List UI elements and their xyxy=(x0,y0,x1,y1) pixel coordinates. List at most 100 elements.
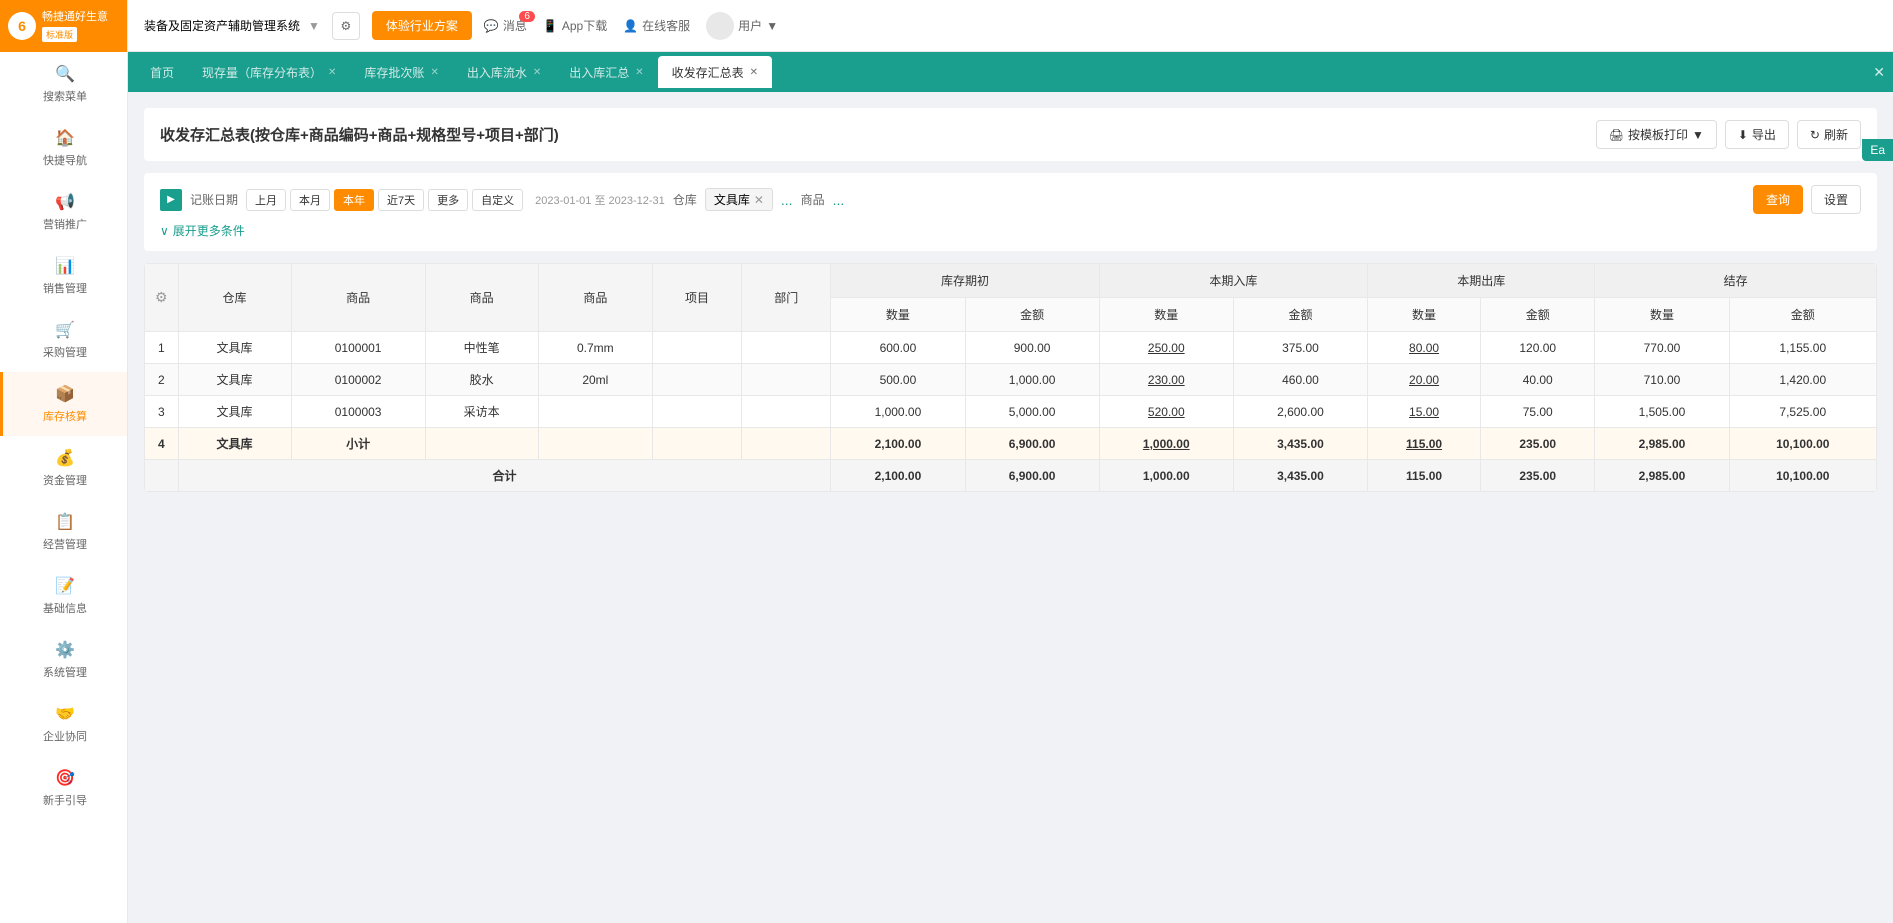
row3-in-qty[interactable]: 520.00 xyxy=(1099,396,1233,428)
inbound-amt-header: 金额 xyxy=(1233,298,1367,332)
sidebar-item-system[interactable]: ⚙️ 系统管理 xyxy=(0,628,127,692)
tab-close-icon[interactable]: ✕ xyxy=(430,67,438,78)
warehouse-more-dots[interactable]: ... xyxy=(781,192,793,208)
logo-badge: 标准版 xyxy=(42,27,77,42)
footer-bal-amt: 10,100.00 xyxy=(1729,460,1876,492)
user-button[interactable]: 用户 ▼ xyxy=(706,12,778,40)
page-header: 收发存汇总表(按仓库+商品编码+商品+规格型号+项目+部门) 🖨 按模板打印 ▼… xyxy=(144,108,1877,161)
date-this-year-btn[interactable]: 本年 xyxy=(334,189,374,211)
sidebar-item-purchase[interactable]: 🛒 采购管理 xyxy=(0,308,127,372)
row1-in-qty[interactable]: 250.00 xyxy=(1099,332,1233,364)
warehouse-tag-close-icon[interactable]: ✕ xyxy=(754,193,764,207)
marketing-icon: 📢 xyxy=(55,192,75,212)
row1-bal-qty: 770.00 xyxy=(1595,332,1729,364)
tab-summary[interactable]: 出入库汇总 ✕ xyxy=(555,56,657,88)
filter-bar: ▶ 记账日期 上月 本月 本年 近7天 更多 自定义 2023-01-01 至 … xyxy=(144,173,1877,251)
settings-filter-button[interactable]: 设置 xyxy=(1811,185,1861,214)
trial-button[interactable]: 体验行业方案 xyxy=(372,11,472,40)
subtotal-row: 4 文具库 小计 2,100.00 6,900.00 1,000.00 3,43… xyxy=(145,428,1877,460)
sidebar-item-label: 采购管理 xyxy=(43,344,87,360)
message-badge: 6 xyxy=(519,11,535,22)
sidebar-nav: 🔍 搜索菜单 🏠 快捷导航 📢 营销推广 📊 销售管理 🛒 采购管理 📦 库存核… xyxy=(0,52,127,923)
subtotal-warehouse: 文具库 xyxy=(178,428,291,460)
sidebar-item-label: 搜索菜单 xyxy=(43,88,87,104)
data-table: ⚙ 仓库 商品 商品 商品 项目 部门 库存期初 本期入库 本期出库 结存 xyxy=(144,263,1877,492)
tab-receive-send[interactable]: 收发存汇总表 ✕ xyxy=(658,56,772,88)
service-icon: 👤 xyxy=(623,19,638,33)
date-7days-btn[interactable]: 近7天 xyxy=(378,189,424,211)
corner-text: Ea xyxy=(1862,139,1893,161)
dropdown-arrow-icon[interactable]: ▼ xyxy=(308,19,320,33)
date-last-month-btn[interactable]: 上月 xyxy=(246,189,286,211)
tab-home[interactable]: 首页 xyxy=(136,56,188,88)
footer-out-qty: 115.00 xyxy=(1368,460,1481,492)
sidebar-item-quicknav[interactable]: 🏠 快捷导航 xyxy=(0,116,127,180)
balance-group-header: 结存 xyxy=(1595,264,1877,298)
sidebar-item-search[interactable]: 🔍 搜索菜单 xyxy=(0,52,127,116)
row3-open-qty: 1,000.00 xyxy=(831,396,965,428)
row2-code: 0100002 xyxy=(291,364,425,396)
page-actions: 🖨 按模板打印 ▼ ⬇ 导出 ↻ 刷新 xyxy=(1596,120,1861,149)
tab-label: 出入库流水 xyxy=(467,64,527,81)
sidebar-item-finance[interactable]: 💰 资金管理 xyxy=(0,436,127,500)
tab-batch[interactable]: 库存批次账 ✕ xyxy=(350,56,452,88)
date-custom-btn[interactable]: 自定义 xyxy=(472,189,523,211)
sidebar-item-basic[interactable]: 📝 基础信息 xyxy=(0,564,127,628)
app-download-button[interactable]: 📱 App下载 xyxy=(543,17,607,34)
export-button[interactable]: ⬇ 导出 xyxy=(1725,120,1789,149)
online-service-label: 在线客服 xyxy=(642,17,690,34)
opening-qty-header: 数量 xyxy=(831,298,965,332)
row1-project xyxy=(652,332,741,364)
date-this-month-btn[interactable]: 本月 xyxy=(290,189,330,211)
tab-close-icon[interactable]: ✕ xyxy=(328,67,336,78)
online-service-button[interactable]: 👤 在线客服 xyxy=(623,17,690,34)
print-dropdown-icon: ▼ xyxy=(1692,128,1704,142)
sidebar-item-collab[interactable]: 🤝 企业协同 xyxy=(0,692,127,756)
close-all-tabs-button[interactable]: ✕ xyxy=(1873,64,1885,81)
goods-more-dots[interactable]: ... xyxy=(833,192,845,208)
balance-qty-header: 数量 xyxy=(1595,298,1729,332)
print-button[interactable]: 🖨 按模板打印 ▼ xyxy=(1596,120,1717,149)
warehouse-filter-tag[interactable]: 文具库 ✕ xyxy=(705,188,773,211)
expand-more-conditions-button[interactable]: ∨ 展开更多条件 xyxy=(160,222,1861,239)
row1-out-qty[interactable]: 80.00 xyxy=(1368,332,1481,364)
tab-close-icon[interactable]: ✕ xyxy=(635,67,643,78)
row2-out-qty[interactable]: 20.00 xyxy=(1368,364,1481,396)
row2-in-qty[interactable]: 230.00 xyxy=(1099,364,1233,396)
row3-warehouse: 文具库 xyxy=(178,396,291,428)
message-button[interactable]: 💬 消息 6 xyxy=(484,17,527,34)
table-row: 2 文具库 0100002 胶水 20ml 500.00 1,000.00 23… xyxy=(145,364,1877,396)
row1-no: 1 xyxy=(145,332,179,364)
tab-close-icon[interactable]: ✕ xyxy=(533,67,541,78)
tab-close-icon[interactable]: ✕ xyxy=(750,67,758,78)
sidebar-item-guide[interactable]: 🎯 新手引导 xyxy=(0,756,127,820)
filter-expand-arrow[interactable]: ▶ xyxy=(160,189,182,211)
table-gear-icon[interactable]: ⚙ xyxy=(155,289,168,305)
table-row: 1 文具库 0100001 中性笔 0.7mm 600.00 900.00 25… xyxy=(145,332,1877,364)
tab-stock-dist[interactable]: 现存量（库存分布表） ✕ xyxy=(188,56,350,88)
goods-code-column-header: 商品 xyxy=(291,264,425,332)
sidebar-item-operations[interactable]: 📋 经营管理 xyxy=(0,500,127,564)
sidebar-item-marketing[interactable]: 📢 营销推广 xyxy=(0,180,127,244)
row3-out-qty[interactable]: 15.00 xyxy=(1368,396,1481,428)
sidebar-item-sales[interactable]: 📊 销售管理 xyxy=(0,244,127,308)
row2-bal-qty: 710.00 xyxy=(1595,364,1729,396)
footer-in-qty: 1,000.00 xyxy=(1099,460,1233,492)
date-more-btn[interactable]: 更多 xyxy=(428,189,468,211)
row2-in-amt: 460.00 xyxy=(1233,364,1367,396)
row2-no: 2 xyxy=(145,364,179,396)
inventory-icon: 📦 xyxy=(55,384,75,404)
refresh-button[interactable]: ↻ 刷新 xyxy=(1797,120,1861,149)
home-icon: 🏠 xyxy=(55,128,75,148)
query-button[interactable]: 查询 xyxy=(1753,185,1803,214)
download-icon: 📱 xyxy=(543,19,558,33)
settings-button[interactable]: ⚙ xyxy=(332,12,360,40)
row1-out-amt: 120.00 xyxy=(1481,332,1595,364)
sales-icon: 📊 xyxy=(55,256,75,276)
table-settings-header[interactable]: ⚙ xyxy=(145,264,179,332)
subtotal-out-qty[interactable]: 115.00 xyxy=(1368,428,1481,460)
row3-in-amt: 2,600.00 xyxy=(1233,396,1367,428)
tab-flow[interactable]: 出入库流水 ✕ xyxy=(453,56,555,88)
subtotal-in-qty[interactable]: 1,000.00 xyxy=(1099,428,1233,460)
sidebar-item-inventory[interactable]: 📦 库存核算 xyxy=(0,372,127,436)
